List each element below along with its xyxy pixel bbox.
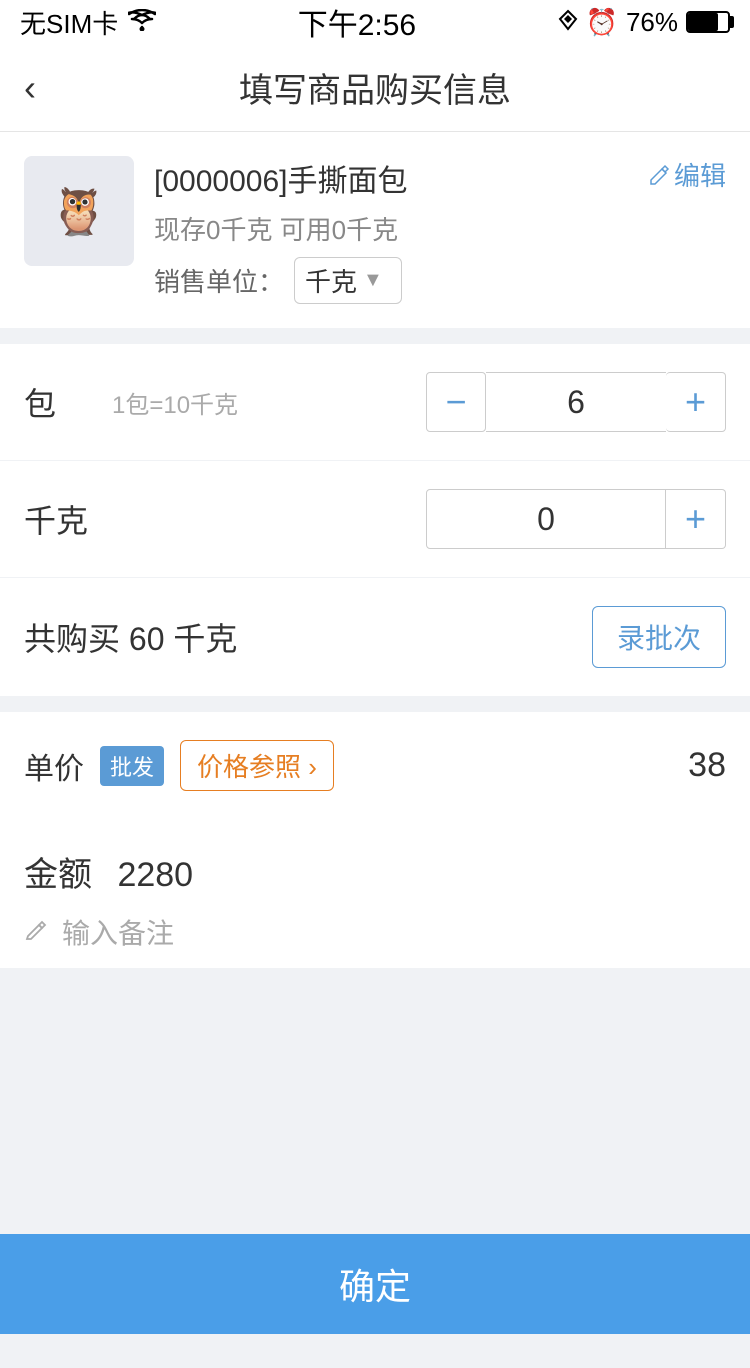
unit-value: 千克 — [305, 262, 357, 299]
price-value: 38 — [688, 746, 726, 785]
back-button[interactable]: ‹ — [24, 70, 36, 106]
kg-increment-button[interactable]: + — [666, 489, 726, 549]
bao-quantity-input[interactable] — [486, 372, 666, 432]
remark-row[interactable]: 输入备注 — [24, 912, 726, 968]
bao-quantity-row: 包 1包=10千克 − + — [0, 344, 750, 461]
product-image: 🦉 — [24, 156, 134, 266]
wifi-icon — [128, 7, 156, 38]
quantity-section: 包 1包=10千克 − + 千克 + 共购买 60 千克 录批次 — [0, 344, 750, 696]
remark-placeholder: 输入备注 — [62, 912, 174, 952]
product-name: [0000006]手撕面包 — [154, 156, 407, 200]
carrier-text: 无SIM卡 — [20, 4, 118, 41]
nav-bar: ‹ 填写商品购买信息 — [0, 44, 750, 132]
unit-chevron-icon: ▼ — [363, 269, 383, 292]
amount-label: 金额 — [24, 856, 92, 894]
status-time: 下午2:56 — [298, 0, 416, 44]
unit-label: 销售单位： — [154, 262, 284, 299]
battery-pct: 76% — [626, 7, 678, 38]
bao-quantity-control: − + — [426, 372, 726, 432]
product-logo: 🦉 — [50, 184, 107, 239]
total-row: 共购买 60 千克 录批次 — [0, 578, 750, 696]
amount-value: 2280 — [117, 856, 193, 894]
price-ref-button[interactable]: 价格参照 › — [180, 740, 334, 791]
status-left: 无SIM卡 — [20, 4, 156, 41]
price-section: 单价 批发 价格参照 › 38 — [0, 712, 750, 819]
amount-section: 金额 2280 输入备注 — [0, 819, 750, 968]
product-unit-row: 销售单位： 千克 ▼ — [154, 257, 726, 304]
divider-1 — [0, 328, 750, 344]
page-title: 填写商品购买信息 — [239, 63, 511, 112]
divider-2 — [0, 696, 750, 712]
edit-label: 编辑 — [674, 156, 726, 193]
bao-decrement-button[interactable]: − — [426, 372, 486, 432]
kg-quantity-control: + — [426, 489, 726, 549]
bao-increment-button[interactable]: + — [666, 372, 726, 432]
alarm-icon: ⏰ — [586, 7, 618, 38]
bao-label: 包 — [24, 379, 104, 425]
battery-icon — [686, 11, 730, 33]
confirm-button[interactable]: 确定 — [0, 1234, 750, 1334]
batch-button[interactable]: 录批次 — [592, 606, 726, 668]
amount-text: 金额 2280 — [24, 847, 726, 896]
location-icon — [558, 7, 578, 38]
status-right: ⏰ 76% — [558, 7, 730, 38]
price-tag-batch: 批发 — [100, 746, 164, 786]
edit-button[interactable]: 编辑 — [648, 156, 726, 193]
total-text: 共购买 60 千克 — [24, 614, 237, 660]
bao-hint: 1包=10千克 — [112, 385, 426, 420]
kg-quantity-input[interactable] — [426, 489, 666, 549]
pencil-icon — [24, 916, 50, 949]
unit-select[interactable]: 千克 ▼ — [294, 257, 402, 304]
product-info: [0000006]手撕面包 编辑 现存0千克 可用0千克 销售单位： 千克 ▼ — [154, 156, 726, 304]
status-bar: 无SIM卡 下午2:56 ⏰ 76% — [0, 0, 750, 44]
product-section: 🦉 [0000006]手撕面包 编辑 现存0千克 可用0千克 销售单位： 千克 … — [0, 132, 750, 328]
kg-quantity-row: 千克 + — [0, 461, 750, 578]
product-stock: 现存0千克 可用0千克 — [154, 210, 726, 247]
price-label: 单价 — [24, 744, 84, 788]
kg-label: 千克 — [24, 496, 104, 542]
